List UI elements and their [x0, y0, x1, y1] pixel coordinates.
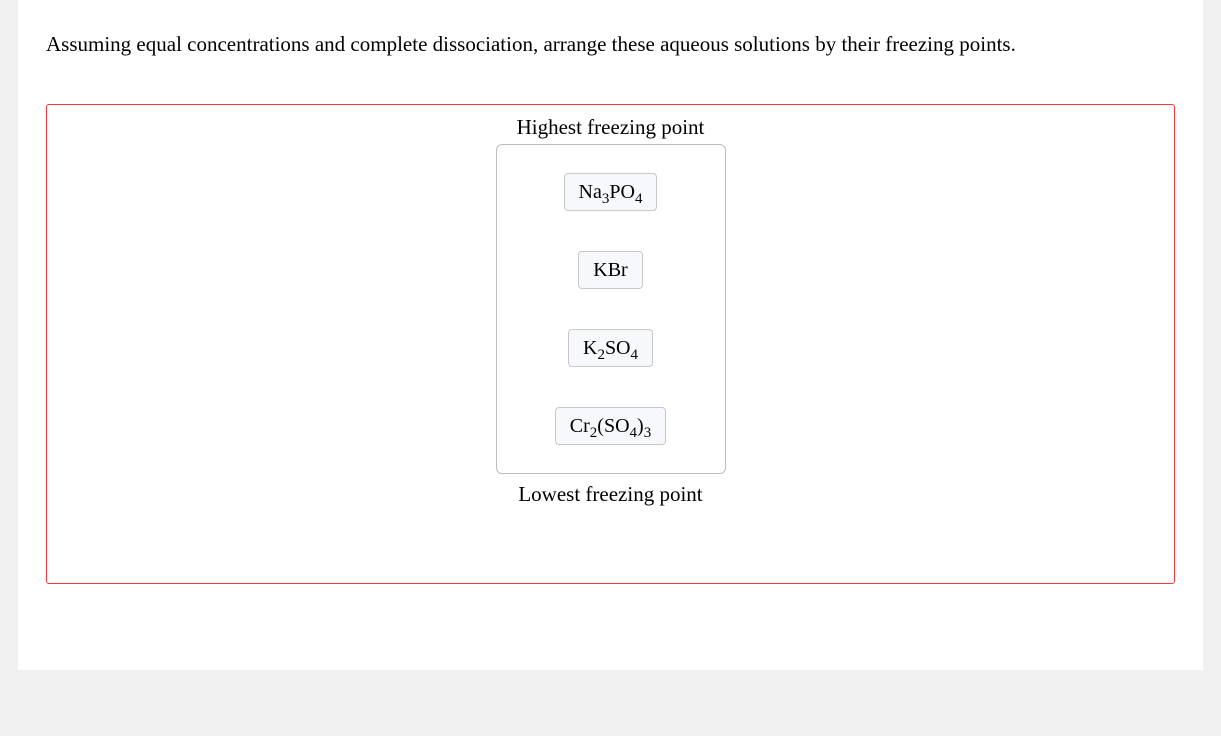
bottom-label: Lowest freezing point: [518, 482, 702, 507]
top-label: Highest freezing point: [517, 115, 705, 140]
problem-card: Assuming equal concentrations and comple…: [18, 0, 1203, 670]
compound-tile[interactable]: K2SO4: [568, 329, 653, 367]
ranking-drop-box[interactable]: Na3PO4 KBr K2SO4 Cr2(SO4)3: [496, 144, 726, 474]
ranking-area: Highest freezing point Na3PO4 KBr K2SO4 …: [46, 104, 1175, 584]
question-text: Assuming equal concentrations and comple…: [46, 30, 1175, 59]
compound-tile[interactable]: Cr2(SO4)3: [555, 407, 666, 445]
compound-tile[interactable]: KBr: [578, 251, 642, 289]
ranking-column: Highest freezing point Na3PO4 KBr K2SO4 …: [57, 113, 1164, 511]
compound-tile[interactable]: Na3PO4: [564, 173, 658, 211]
